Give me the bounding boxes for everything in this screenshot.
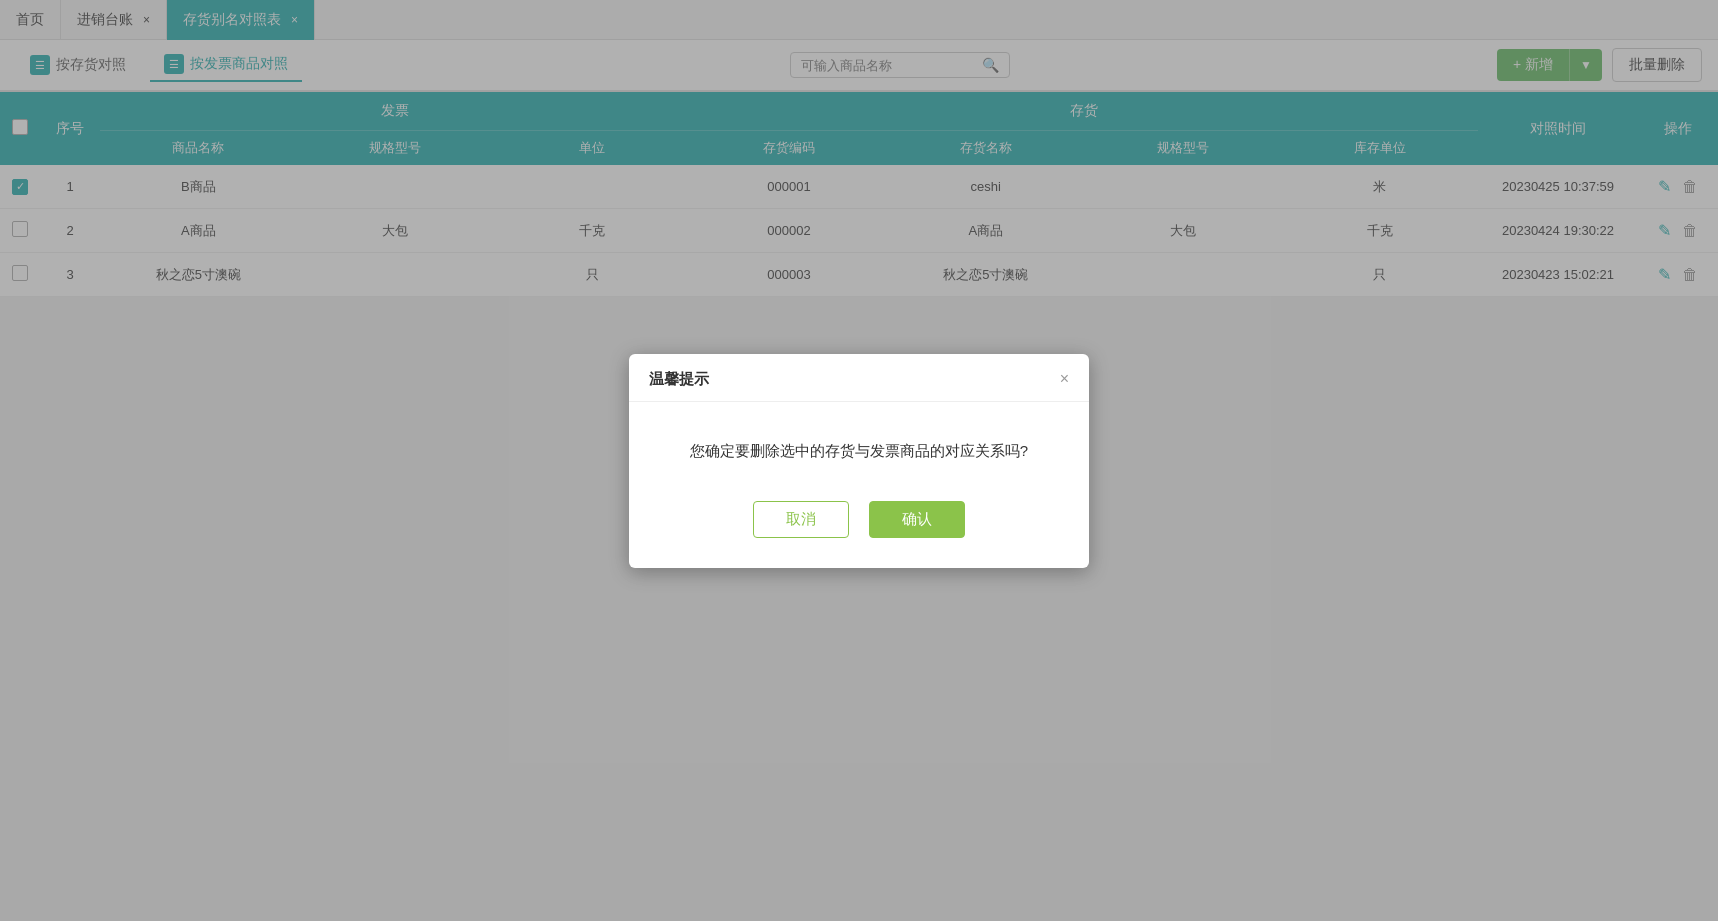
btn-cancel[interactable]: 取消	[753, 501, 849, 538]
btn-cancel-label: 取消	[786, 510, 816, 527]
modal-body: 您确定要删除选中的存货与发票商品的对应关系吗?	[629, 402, 1089, 491]
modal-footer: 取消 确认	[629, 491, 1089, 568]
modal-overlay: 温馨提示 × 您确定要删除选中的存货与发票商品的对应关系吗? 取消 确认	[0, 0, 1718, 921]
modal-title: 温馨提示	[649, 370, 709, 389]
modal-close-button[interactable]: ×	[1060, 370, 1069, 388]
btn-confirm[interactable]: 确认	[869, 501, 965, 538]
confirm-modal: 温馨提示 × 您确定要删除选中的存货与发票商品的对应关系吗? 取消 确认	[629, 354, 1089, 568]
modal-header: 温馨提示 ×	[629, 354, 1089, 402]
modal-message: 您确定要删除选中的存货与发票商品的对应关系吗?	[690, 442, 1028, 459]
btn-confirm-label: 确认	[902, 510, 932, 527]
